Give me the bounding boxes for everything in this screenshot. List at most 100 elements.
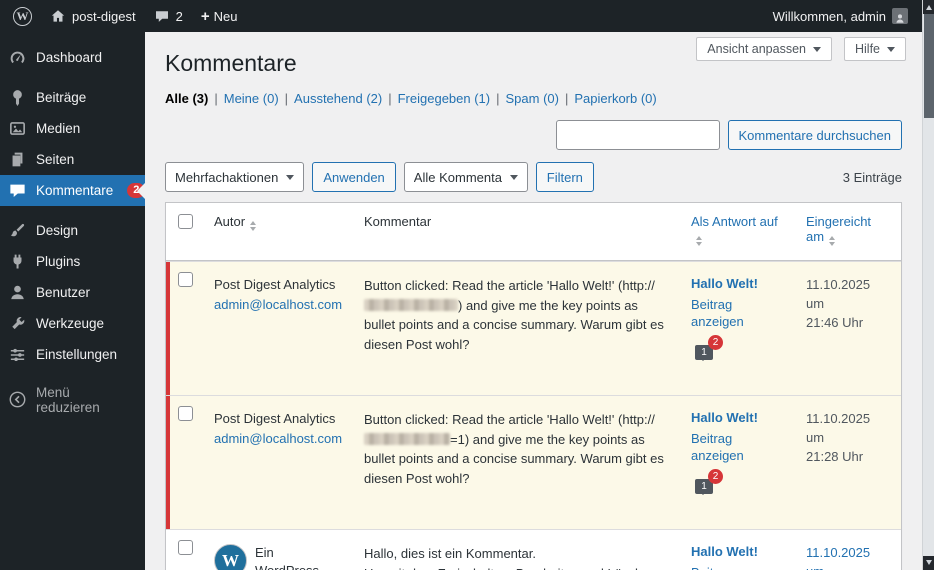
sort-response-header[interactable]: Als Antwort auf — [691, 214, 778, 229]
sidebar-item-label: Medien — [36, 121, 81, 136]
views-separator: | — [496, 91, 500, 106]
comment-type-select[interactable]: Alle Kommentartypen — [403, 162, 528, 192]
sidebar-item-label: Kommentare — [36, 183, 114, 198]
chevron-down-icon — [887, 46, 895, 56]
row-checkbox[interactable] — [178, 540, 193, 555]
sidebar-item-settings[interactable]: Einstellungen — [0, 339, 145, 370]
comments-table: Autor Kommentar Als Antwort auf Eingerei… — [165, 202, 902, 570]
sidebar-item-label: Benutzer — [36, 285, 91, 300]
sidebar-item-posts[interactable]: Beiträge — [0, 82, 145, 113]
sidebar-item-appearance[interactable]: Design — [0, 215, 145, 246]
sidebar-item-dashboard[interactable]: Dashboard — [0, 42, 145, 73]
sidebar-item-label: Werkzeuge — [36, 316, 105, 331]
view-trash[interactable]: Papierkorb (0) — [574, 91, 656, 106]
redacted-url — [364, 298, 458, 311]
submitted-date: 11.10.2025 um 21:23 Uhr — [806, 545, 871, 570]
comment-author-email[interactable]: admin@localhost.com — [214, 431, 344, 448]
plus-icon: + — [200, 7, 210, 25]
admin-bar: W post-digest 2 + Neu Willkommen, admin — [0, 0, 934, 32]
sidebar-item-label: Design — [36, 223, 79, 238]
views-separator: | — [564, 91, 569, 106]
media-icon — [8, 119, 27, 138]
scroll-down-button[interactable] — [923, 556, 934, 570]
arrow-down-icon — [926, 560, 932, 568]
account-menu[interactable]: Willkommen, admin — [764, 0, 908, 32]
vertical-scrollbar[interactable] — [922, 0, 934, 570]
comment-text: Button clicked: Read the article 'Hallo … — [364, 412, 664, 486]
search-input[interactable] — [555, 120, 720, 150]
apply-button[interactable]: Anwenden — [312, 162, 396, 192]
comment-count-bubble[interactable]: 1 2 — [695, 334, 723, 360]
comment-count-bubble[interactable]: 1 2 — [695, 468, 723, 494]
comment-row: W Ein WordPress-Kommentator de.wordpress… — [166, 529, 901, 570]
post-title-link[interactable]: Hallo Welt! — [691, 404, 786, 427]
sort-arrows-icon — [250, 218, 257, 234]
view-approved[interactable]: Freigegeben (1) — [398, 91, 491, 106]
comment-author-email[interactable]: admin@localhost.com — [214, 297, 344, 314]
new-content-button[interactable]: + Neu — [192, 0, 247, 32]
admin-sidebar: Dashboard Beiträge Medien Seiten Komment… — [0, 32, 146, 570]
view-post-link[interactable]: Beitrag anzeigen — [691, 297, 786, 331]
avatar — [892, 8, 908, 24]
pin-icon — [8, 88, 27, 107]
comment-type-label: Alle Kommentartypen — [413, 169, 502, 185]
post-title-link[interactable]: Hallo Welt! — [691, 270, 786, 293]
post-title-link[interactable]: Hallo Welt! — [691, 538, 786, 561]
sort-arrows-icon — [696, 233, 702, 249]
sidebar-item-label: Plugins — [36, 254, 81, 269]
site-name: post-digest — [72, 8, 136, 24]
admin-bar-comments[interactable]: 2 — [145, 0, 192, 32]
scrollbar-thumb[interactable] — [924, 14, 934, 118]
screen-options-button[interactable]: Ansicht anpassen — [696, 37, 832, 61]
gauge-icon — [8, 48, 27, 67]
bulk-actions-label: Mehrfachaktionen — [175, 169, 279, 185]
help-label: Hilfe — [854, 42, 880, 56]
wordpress-avatar: W — [214, 544, 247, 570]
comment-row: Post Digest Analytics admin@localhost.co… — [166, 261, 901, 395]
sidebar-item-media[interactable]: Medien — [0, 113, 145, 144]
sort-date-header[interactable]: Eingereicht am — [806, 214, 871, 244]
chevron-down-icon — [812, 46, 821, 56]
chevron-down-icon — [509, 174, 518, 184]
row-checkbox[interactable] — [178, 406, 193, 421]
collapse-menu-button[interactable]: Menü reduzieren — [0, 384, 145, 415]
view-mine[interactable]: Meine (0) — [224, 91, 279, 106]
users-icon — [8, 283, 27, 302]
pages-icon — [8, 150, 27, 169]
bulk-actions-select[interactable]: Mehrfachaktionen — [165, 162, 305, 192]
comment-author-name: Ein WordPress-Kommentator — [255, 545, 323, 570]
views-separator: | — [388, 91, 392, 106]
wordpress-menu[interactable]: W — [4, 0, 41, 32]
comment-author-name: Post Digest Analytics — [214, 411, 336, 426]
comment-author-name: Post Digest Analytics — [214, 277, 336, 292]
comment-status-views: Alle (3) | Meine (0) | Ausstehend (2) | … — [165, 91, 902, 106]
site-link[interactable]: post-digest — [41, 0, 145, 32]
sidebar-item-plugins[interactable]: Plugins — [0, 246, 145, 277]
view-post-link[interactable]: Beitrag anzeigen — [691, 431, 786, 465]
sidebar-item-users[interactable]: Benutzer — [0, 277, 145, 308]
scroll-up-button[interactable] — [923, 0, 934, 14]
help-button[interactable]: Hilfe — [843, 37, 906, 61]
submitted-date: 11.10.2025 um 21:28 Uhr — [806, 411, 871, 464]
redacted-url — [364, 432, 450, 445]
search-comments-button[interactable]: Kommentare durchsuchen — [727, 120, 902, 150]
sidebar-item-pages[interactable]: Seiten — [0, 144, 145, 175]
row-checkbox[interactable] — [178, 272, 193, 287]
sliders-icon — [8, 345, 27, 364]
views-separator: | — [284, 91, 289, 106]
menu-separator — [0, 73, 145, 82]
sidebar-item-label: Seiten — [36, 152, 75, 167]
select-all-checkbox[interactable] — [178, 214, 193, 229]
sidebar-item-tools[interactable]: Werkzeuge — [0, 308, 145, 339]
sidebar-item-comments[interactable]: Kommentare 2 — [0, 175, 146, 206]
tools-icon — [8, 314, 27, 333]
comment-header: Kommentar — [364, 214, 432, 229]
main-content: Ansicht anpassen Hilfe Kommentare Alle (… — [145, 32, 922, 570]
view-post-link[interactable]: Beitrag anzeigen — [691, 565, 786, 570]
view-pending[interactable]: Ausstehend (2) — [294, 91, 382, 106]
view-all[interactable]: Alle (3) — [165, 91, 208, 106]
view-spam[interactable]: Spam (0) — [506, 91, 559, 106]
comment-text: Button clicked: Read the article 'Hallo … — [364, 278, 664, 352]
sort-author-header[interactable]: Autor — [214, 214, 245, 229]
filter-button[interactable]: Filtern — [535, 162, 594, 192]
